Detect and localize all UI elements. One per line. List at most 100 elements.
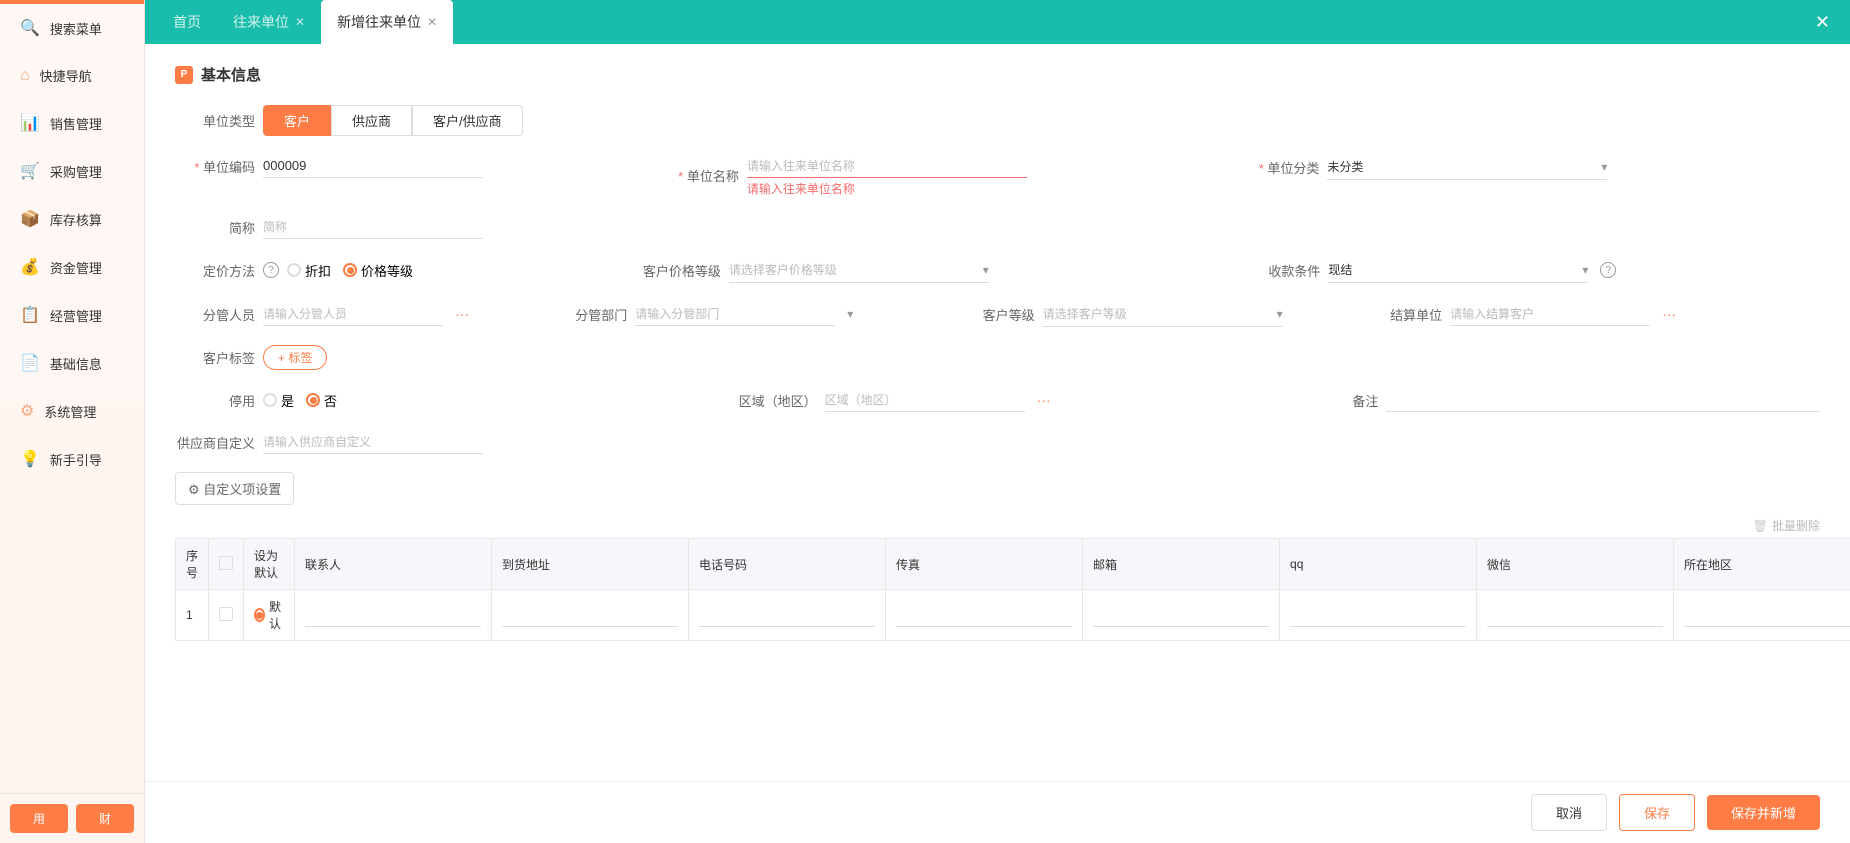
tab-partners-close[interactable]: ✕ (295, 15, 305, 29)
row-fax-input[interactable] (896, 603, 1072, 627)
section-title: P 基本信息 (175, 64, 1820, 85)
supervisor-more-btn[interactable]: ··· (451, 306, 473, 322)
unit-category-select[interactable]: 未分类 ▾ (1327, 154, 1607, 180)
disabled-radio-no-circle (306, 393, 320, 407)
td-email (1083, 590, 1280, 641)
sidebar-item-operations[interactable]: 📋 经营管理 (0, 291, 144, 339)
short-name-input[interactable] (263, 215, 483, 239)
th-region: 所在地区 (1674, 539, 1850, 590)
sidebar-bottom: 用 财 (0, 793, 144, 843)
customer-price-level-select[interactable]: 请选择客户价格等级 ▾ (729, 257, 989, 283)
payment-help-icon[interactable]: ? (1600, 262, 1616, 278)
row-region-input[interactable] (1684, 603, 1850, 627)
sidebar-btn-cai[interactable]: 财 (76, 804, 134, 833)
short-name-row: 简称 (175, 215, 1820, 239)
row-default-label: 默认 (269, 598, 284, 632)
pricing-radio-discount[interactable]: 折扣 (287, 261, 331, 280)
supplier-custom-label: 供应商自定义 (175, 433, 255, 452)
pricing-radio-level[interactable]: 价格等级 (343, 261, 413, 280)
cancel-button[interactable]: 取消 (1531, 794, 1607, 831)
save-new-button[interactable]: 保存并新增 (1707, 795, 1820, 830)
save-button[interactable]: 保存 (1619, 794, 1695, 831)
tab-partners[interactable]: 往来单位 ✕ (217, 0, 321, 44)
th-qq: qq (1280, 539, 1477, 590)
unit-category-field: 单位分类 未分类 ▾ (1239, 154, 1820, 180)
disabled-radio-yes[interactable]: 是 (263, 391, 294, 410)
supplier-custom-input[interactable] (263, 430, 483, 454)
pricing-radio-level-label: 价格等级 (361, 261, 413, 280)
payment-condition-field: 收款条件 现结 ▾ ? (1240, 257, 1820, 283)
unit-name-input-box: 请输入往来单位名称 (747, 154, 1240, 197)
supervisor-input[interactable] (263, 302, 443, 326)
unit-category-value: 未分类 (1327, 158, 1601, 175)
custom-settings-button[interactable]: ⚙ 自定义项设置 (175, 472, 294, 505)
tab-home[interactable]: 首页 (157, 0, 217, 44)
table-header-checkbox[interactable] (219, 556, 233, 570)
settlement-more-btn[interactable]: ··· (1658, 306, 1680, 322)
department-input[interactable] (635, 302, 835, 326)
type-btn-customer[interactable]: 客户 (263, 105, 331, 136)
customer-tag-label: 客户标签 (175, 348, 255, 367)
payment-condition-select[interactable]: 现结 ▾ (1328, 257, 1588, 283)
sidebar-item-quicknav[interactable]: ⌂ 快捷导航 (0, 52, 144, 99)
customer-level-label: 客户等级 (955, 305, 1035, 324)
sidebar-item-label: 系统管理 (44, 402, 96, 421)
tab-home-label: 首页 (173, 12, 201, 32)
sidebar-item-system[interactable]: ⚙ 系统管理 (0, 387, 144, 435)
customer-level-select[interactable]: 请选择客户等级 ▾ (1043, 301, 1283, 327)
row-phone-input[interactable] (699, 603, 875, 627)
department-label: 分管部门 (547, 305, 627, 324)
remark-input[interactable] (1386, 388, 1820, 412)
th-id: 序号 (176, 539, 209, 590)
sidebar-item-label: 快捷导航 (40, 66, 92, 85)
window-close-button[interactable]: ✕ (1807, 12, 1838, 33)
type-btn-both[interactable]: 客户/供应商 (412, 105, 523, 136)
tab-new-partner-label: 新增往来单位 (337, 12, 421, 32)
row-email-input[interactable] (1093, 603, 1269, 627)
customer-price-level-label: 客户价格等级 (641, 261, 721, 280)
sidebar-item-sales[interactable]: 📊 销售管理 (0, 99, 144, 147)
tab-partners-label: 往来单位 (233, 12, 289, 32)
region-input[interactable] (825, 388, 1025, 412)
payment-condition-value: 现结 (1328, 261, 1582, 278)
sidebar-item-purchase[interactable]: 🛒 采购管理 (0, 147, 144, 195)
sidebar-item-search[interactable]: 🔍 搜索菜单 (0, 4, 144, 52)
unit-type-row: 单位类型 客户 供应商 客户/供应商 (175, 105, 1820, 136)
supervisor-field: 分管人员 ··· (175, 302, 527, 326)
th-email: 邮箱 (1083, 539, 1280, 590)
row-wechat-input[interactable] (1487, 603, 1663, 627)
unit-code-input[interactable] (263, 154, 483, 178)
disabled-radio-no[interactable]: 否 (306, 391, 337, 410)
sidebar-item-finance[interactable]: 💰 资金管理 (0, 243, 144, 291)
row-contact-input[interactable] (305, 603, 481, 627)
department-field: 分管部门 ▾ (547, 302, 934, 326)
customer-level-placeholder: 请选择客户等级 (1043, 305, 1277, 322)
tab-new-partner[interactable]: 新增往来单位 ✕ (321, 0, 453, 44)
disabled-field: 停用 是 否 (175, 391, 697, 410)
th-address: 到货地址 (492, 539, 689, 590)
row-address-input[interactable] (502, 603, 678, 627)
sidebar-btn-yong[interactable]: 用 (10, 804, 68, 833)
purchase-icon: 🛒 (20, 161, 40, 181)
batch-delete-label[interactable]: 批量删除 (1772, 517, 1820, 534)
unit-name-input[interactable] (747, 154, 1027, 178)
sidebar-item-guide[interactable]: 💡 新手引导 (0, 435, 144, 483)
sidebar-item-inventory[interactable]: 📦 库存核算 (0, 195, 144, 243)
contact-table: 序号 设为默认 联系人 到货地址 电话号码 传真 邮箱 qq 微信 所在地区 操… (175, 538, 1850, 641)
row-checkbox[interactable] (219, 607, 233, 621)
sales-icon: 📊 (20, 113, 40, 133)
pricing-field: 定价方法 ? 折扣 价格等级 (175, 261, 621, 280)
tab-new-partner-close[interactable]: ✕ (427, 15, 437, 29)
pricing-help-icon[interactable]: ? (263, 262, 279, 278)
region-more-btn[interactable]: ··· (1033, 392, 1055, 408)
tag-add-button[interactable]: + 标签 (263, 345, 327, 370)
settlement-input[interactable] (1450, 302, 1650, 326)
th-default: 设为默认 (244, 539, 295, 590)
row-default-radio[interactable]: 默认 (254, 598, 284, 632)
sidebar-item-basic[interactable]: 📄 基础信息 (0, 339, 144, 387)
unit-code-name-row: 单位编码 单位名称 请输入往来单位名称 单位分类 未分类 ▾ (175, 154, 1820, 197)
disabled-radio-no-label: 否 (324, 391, 337, 410)
sidebar-item-label: 新手引导 (50, 450, 102, 469)
row-qq-input[interactable] (1290, 603, 1466, 627)
type-btn-supplier[interactable]: 供应商 (331, 105, 412, 136)
